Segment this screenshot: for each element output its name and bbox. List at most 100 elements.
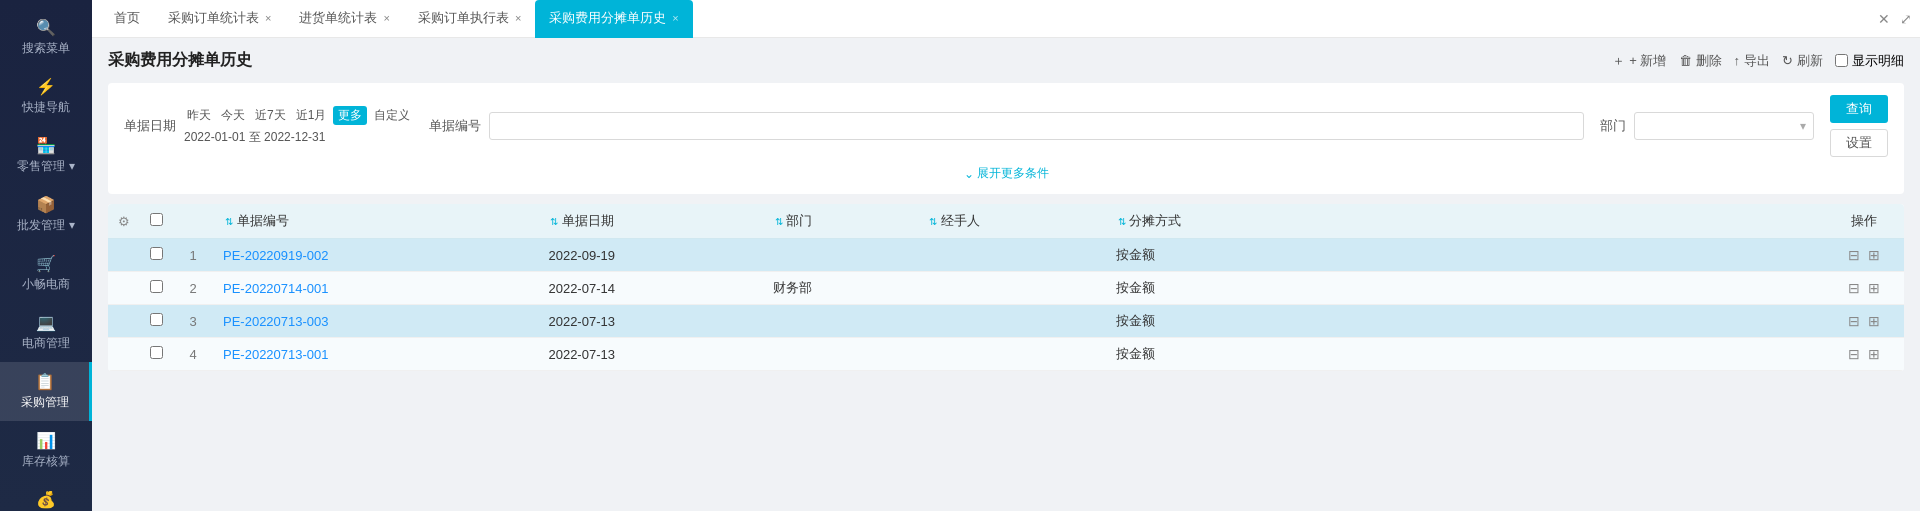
settings-button[interactable]: 设置: [1830, 129, 1888, 157]
row-more-icon-0[interactable]: ⊞: [1868, 247, 1880, 263]
delete-button[interactable]: 🗑 删除: [1679, 52, 1722, 70]
tab-close-purchase-exec[interactable]: ×: [515, 12, 521, 24]
row-doc-no-link-0[interactable]: PE-20220919-002: [223, 248, 329, 263]
sidebar-label-ecommerce: 电商管理: [22, 335, 70, 352]
tab-label-purchase-exec: 采购订单执行表: [418, 9, 509, 27]
col-split-method[interactable]: ⇅ 分摊方式: [1106, 204, 1824, 239]
row-actions-2: ⊟ ⊞: [1824, 305, 1904, 338]
row-checkbox-1[interactable]: [150, 280, 163, 293]
show-columns-checkbox-label[interactable]: 显示明细: [1835, 52, 1904, 70]
expand-more-button[interactable]: ⌄ 展开更多条件: [124, 165, 1888, 182]
refresh-button[interactable]: ↻ 刷新: [1782, 52, 1823, 70]
sidebar-item-ecommerce[interactable]: 💻电商管理: [0, 303, 92, 362]
column-settings-icon[interactable]: ⚙: [118, 214, 130, 229]
sidebar-item-retail[interactable]: 🏪零售管理 ▾: [0, 126, 92, 185]
row-more-icon-1[interactable]: ⊞: [1868, 280, 1880, 296]
row-checkbox-3[interactable]: [150, 346, 163, 359]
doc-no-input[interactable]: [489, 112, 1584, 140]
search-actions: 查询 设置: [1830, 95, 1888, 157]
tab-close-purchase-stat[interactable]: ×: [265, 12, 271, 24]
row-handler-1: [917, 272, 1105, 305]
table-row: 4 PE-20220713-001 2022-07-13 按金额 ⊟ ⊞: [108, 338, 1904, 371]
search-button[interactable]: 查询: [1830, 95, 1888, 123]
sidebar-label-inventory: 库存核算: [22, 453, 70, 470]
shortcut-today[interactable]: 今天: [218, 106, 248, 125]
sidebar-item-ecommerce-small[interactable]: 🛒小畅电商: [0, 244, 92, 303]
col-handler[interactable]: ⇅ 经手人: [917, 204, 1105, 239]
tab-purchase-exec[interactable]: 采购订单执行表 ×: [404, 0, 535, 38]
row-checkbox-2[interactable]: [150, 313, 163, 326]
row-edit-icon-0[interactable]: ⊟: [1848, 247, 1860, 263]
row-checkbox-cell-2: [140, 305, 173, 338]
doc-no-field: 单据编号: [429, 112, 1584, 140]
tab-actions: ✕ ⤢: [1878, 11, 1912, 27]
sidebar-item-search[interactable]: 🔍搜索菜单: [0, 8, 92, 67]
row-checkbox-cell-0: [140, 239, 173, 272]
tab-inbound-stat[interactable]: 进货单统计表 ×: [285, 0, 403, 38]
sidebar-item-purchase[interactable]: 📋采购管理: [0, 362, 92, 421]
expand-window-icon[interactable]: ⤢: [1900, 11, 1912, 27]
sidebar-icon-finance: 💰: [36, 490, 56, 509]
sidebar: 🔍搜索菜单⚡快捷导航🏪零售管理 ▾📦批发管理 ▾🛒小畅电商💻电商管理📋采购管理📊…: [0, 0, 92, 511]
sidebar-item-wholesale[interactable]: 📦批发管理 ▾: [0, 185, 92, 244]
dept-select-wrapper: [1634, 112, 1814, 140]
col-doc-date[interactable]: ⇅ 单据日期: [538, 204, 762, 239]
row-doc-no-link-3[interactable]: PE-20220713-001: [223, 347, 329, 362]
shortcut-yesterday[interactable]: 昨天: [184, 106, 214, 125]
row-actions-0: ⊟ ⊞: [1824, 239, 1904, 272]
sidebar-icon-wholesale: 📦: [36, 195, 56, 214]
row-checkbox-0[interactable]: [150, 247, 163, 260]
row-settings-2: [108, 305, 140, 338]
tab-close-inbound-stat[interactable]: ×: [383, 12, 389, 24]
show-columns-checkbox[interactable]: [1835, 54, 1848, 67]
col-doc-no[interactable]: ⇅ 单据编号: [213, 204, 538, 239]
row-doc-no-2: PE-20220713-003: [213, 305, 538, 338]
sidebar-label-ecommerce-small: 小畅电商: [22, 276, 70, 293]
row-handler-0: [917, 239, 1105, 272]
row-doc-no-link-1[interactable]: PE-20220714-001: [223, 281, 329, 296]
row-edit-icon-3[interactable]: ⊟: [1848, 346, 1860, 362]
row-more-icon-3[interactable]: ⊞: [1868, 346, 1880, 362]
row-edit-icon-2[interactable]: ⊟: [1848, 313, 1860, 329]
content: 采购费用分摊单历史 ＋ + 新增 🗑 删除 ↑ 导出 ↻ 刷新: [92, 38, 1920, 511]
shortcut-1month[interactable]: 近1月: [293, 106, 330, 125]
sort-icon: ⇅: [1118, 216, 1126, 227]
search-area: 单据日期 昨天 今天 近7天 近1月 更多 自定义 2022-01-01 至 2…: [108, 83, 1904, 194]
row-split-method-0: 按金额: [1106, 239, 1824, 272]
col-dept[interactable]: ⇅ 部门: [763, 204, 918, 239]
shortcut-7days[interactable]: 近7天: [252, 106, 289, 125]
row-more-icon-2[interactable]: ⊞: [1868, 313, 1880, 329]
tab-purchase-stat[interactable]: 采购订单统计表 ×: [154, 0, 285, 38]
row-doc-date-3: 2022-07-13: [538, 338, 762, 371]
sidebar-item-quick[interactable]: ⚡快捷导航: [0, 67, 92, 126]
date-field: 单据日期 昨天 今天 近7天 近1月 更多 自定义 2022-01-01 至 2…: [124, 106, 413, 146]
sidebar-item-inventory[interactable]: 📊库存核算: [0, 421, 92, 480]
row-num-2: 3: [173, 305, 213, 338]
tab-home[interactable]: 首页: [100, 0, 154, 38]
col-num: [173, 204, 213, 239]
sidebar-item-finance[interactable]: 💰资金管理: [0, 480, 92, 511]
tab-close-purchase-fee[interactable]: ×: [672, 12, 678, 24]
export-button[interactable]: ↑ 导出: [1734, 52, 1771, 70]
row-actions-1: ⊟ ⊞: [1824, 272, 1904, 305]
table-row: 1 PE-20220919-002 2022-09-19 按金额 ⊟ ⊞: [108, 239, 1904, 272]
select-all-checkbox[interactable]: [150, 213, 163, 226]
shortcut-more[interactable]: 更多: [333, 106, 367, 125]
close-window-icon[interactable]: ✕: [1878, 11, 1890, 27]
table-header: ⚙ ⇅ 单据编号 ⇅ 单据日期 ⇅ 部门 ⇅ 经手人 ⇅ 分摊方式 操作: [108, 204, 1904, 239]
row-split-method-1: 按金额: [1106, 272, 1824, 305]
tab-label-inbound-stat: 进货单统计表: [299, 9, 377, 27]
row-doc-no-3: PE-20220713-001: [213, 338, 538, 371]
tab-label-home: 首页: [114, 9, 140, 27]
tab-purchase-fee[interactable]: 采购费用分摊单历史×: [535, 0, 692, 38]
row-num-1: 2: [173, 272, 213, 305]
add-icon: ＋: [1612, 52, 1625, 70]
shortcut-custom[interactable]: 自定义: [371, 106, 413, 125]
dept-select[interactable]: [1634, 112, 1814, 140]
tab-label-purchase-stat: 采购订单统计表: [168, 9, 259, 27]
table-body: 1 PE-20220919-002 2022-09-19 按金额 ⊟ ⊞ 2 P…: [108, 239, 1904, 371]
col-settings[interactable]: ⚙: [108, 204, 140, 239]
add-button[interactable]: ＋ + 新增: [1612, 52, 1666, 70]
row-doc-no-link-2[interactable]: PE-20220713-003: [223, 314, 329, 329]
row-edit-icon-1[interactable]: ⊟: [1848, 280, 1860, 296]
